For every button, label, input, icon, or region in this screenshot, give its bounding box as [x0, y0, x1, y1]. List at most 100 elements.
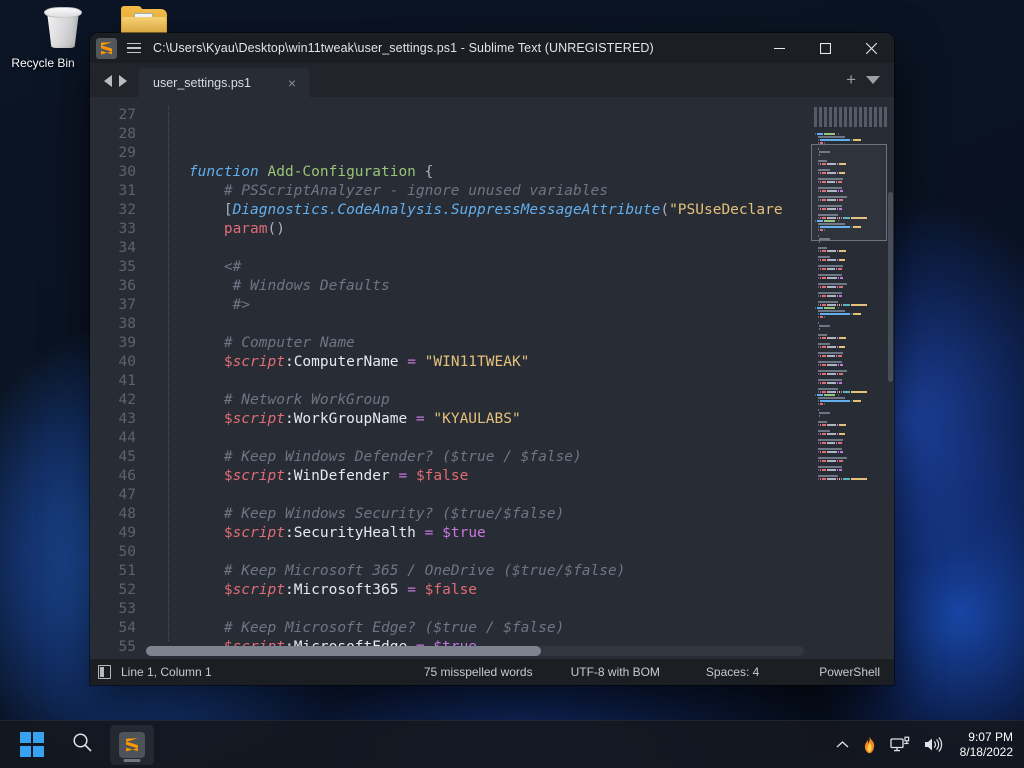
minimap-line	[812, 265, 890, 267]
minimap-line	[812, 235, 890, 237]
minimap-line	[812, 292, 890, 294]
window-titlebar[interactable]: C:\Users\Kyau\Desktop\win11tweak\user_se…	[90, 33, 894, 63]
code-line: #>	[154, 296, 808, 315]
minimap-line	[812, 196, 890, 198]
chevron-up-icon[interactable]	[836, 730, 849, 760]
code-token: :WinDefender	[284, 468, 399, 484]
code-token: =	[407, 582, 425, 598]
status-encoding[interactable]: UTF-8 with BOM	[571, 665, 660, 679]
code-token: # PSScriptAnalyzer - ignore unused varia…	[154, 183, 608, 199]
line-number: 37	[118, 297, 136, 313]
window-controls	[756, 33, 894, 63]
sidebar-toggle-icon[interactable]	[98, 665, 111, 679]
code-token: "WIN11TWEAK"	[424, 354, 530, 370]
minimap-line	[812, 361, 890, 363]
minimap-line	[812, 322, 890, 324]
minimap-scrollbar[interactable]	[888, 192, 893, 382]
clock-date: 8/18/2022	[959, 744, 1013, 759]
code-token: {	[415, 164, 434, 180]
status-spelling[interactable]: 75 misspelled words	[424, 665, 533, 679]
hamburger-menu-icon[interactable]	[121, 36, 147, 60]
minimap-line	[812, 304, 890, 306]
minimap-line	[812, 274, 890, 276]
code-token: # Keep Windows Defender? ($true / $false…	[154, 449, 582, 465]
minimap-line	[812, 433, 890, 435]
scrollbar-thumb[interactable]	[146, 646, 541, 656]
minimap-line	[812, 283, 890, 285]
code-token: :ComputerName	[284, 354, 408, 370]
minimap-line	[812, 358, 890, 360]
minimap-line	[812, 370, 890, 372]
minimap-line	[812, 160, 890, 162]
close-icon[interactable]	[848, 33, 894, 63]
code-token: $	[223, 468, 233, 484]
minimap-line	[812, 379, 890, 381]
minimap-line	[812, 421, 890, 423]
clock-time: 9:07 PM	[968, 729, 1013, 744]
minimap-line	[812, 346, 890, 348]
code-content[interactable]: function Add-Configuration { # PSScriptA…	[146, 97, 808, 659]
minimap-line	[812, 163, 890, 165]
minimap-line	[812, 184, 890, 186]
status-indentation[interactable]: Spaces: 4	[706, 665, 759, 679]
chevron-down-icon[interactable]	[866, 75, 880, 84]
minimap-ascii-art	[814, 107, 888, 127]
flame-icon[interactable]	[862, 730, 877, 760]
new-tab-button[interactable]: +	[846, 71, 856, 88]
minimap-line	[812, 190, 890, 192]
tab-user-settings[interactable]: user_settings.ps1 ×	[139, 68, 309, 97]
code-token: script	[232, 468, 285, 484]
minimap-line	[812, 271, 890, 273]
minimize-icon[interactable]	[756, 33, 802, 63]
minimap-line	[812, 181, 890, 183]
code-token: "PSUseDeclare	[669, 202, 783, 218]
horizontal-scrollbar[interactable]	[146, 646, 804, 656]
taskbar-clock[interactable]: 9:07 PM 8/18/2022	[956, 730, 1013, 760]
minimap-line	[812, 256, 890, 258]
windows-start-button[interactable]	[10, 725, 54, 765]
code-token: :Microsoft365	[284, 582, 408, 598]
minimap-line	[812, 259, 890, 261]
minimap-line	[812, 400, 890, 402]
code-token: [	[154, 202, 233, 218]
code-token: # Computer Name	[154, 335, 355, 351]
line-number: 46	[118, 468, 136, 484]
status-syntax[interactable]: PowerShell	[819, 665, 880, 679]
minimap-line	[812, 286, 890, 288]
minimap-line	[812, 301, 890, 303]
desktop-icon-recycle-bin[interactable]: Recycle Bin	[4, 6, 82, 70]
nav-back-icon[interactable]	[104, 75, 112, 87]
minimap-line	[812, 337, 890, 339]
volume-icon[interactable]	[923, 730, 943, 760]
desktop-icon-label: Recycle Bin	[11, 56, 75, 70]
minimap-line	[812, 436, 890, 438]
minimap-line	[812, 478, 890, 480]
minimap[interactable]	[808, 97, 894, 659]
minimap-line	[812, 466, 890, 468]
taskbar-item-sublime-text[interactable]	[110, 724, 154, 765]
minimap-line	[812, 208, 890, 210]
editor-area[interactable]: 27 28 29 30 31 32 33 34 35 36 37 38 39 40 41 42 43 44 45 46…	[90, 97, 894, 659]
taskbar-search-button[interactable]	[60, 725, 104, 765]
minimap-line	[812, 157, 890, 159]
minimap-line	[812, 229, 890, 231]
minimap-line	[812, 139, 890, 141]
line-number: 52	[118, 582, 136, 598]
network-icon[interactable]	[889, 730, 910, 760]
code-token: $	[223, 411, 233, 427]
code-token: (	[660, 202, 670, 218]
minimap-line	[812, 226, 890, 228]
code-token: param	[223, 221, 268, 237]
tab-close-icon[interactable]: ×	[285, 76, 299, 90]
line-number-gutter: 27 28 29 30 31 32 33 34 35 36 37 38 39 40 41 42 43 44 45 46…	[90, 97, 146, 659]
minimap-line	[812, 313, 890, 315]
maximize-icon[interactable]	[802, 33, 848, 63]
line-number: 41	[118, 373, 136, 389]
nav-forward-icon[interactable]	[119, 75, 127, 87]
indent-guide	[168, 106, 169, 641]
code-token: =	[407, 354, 425, 370]
